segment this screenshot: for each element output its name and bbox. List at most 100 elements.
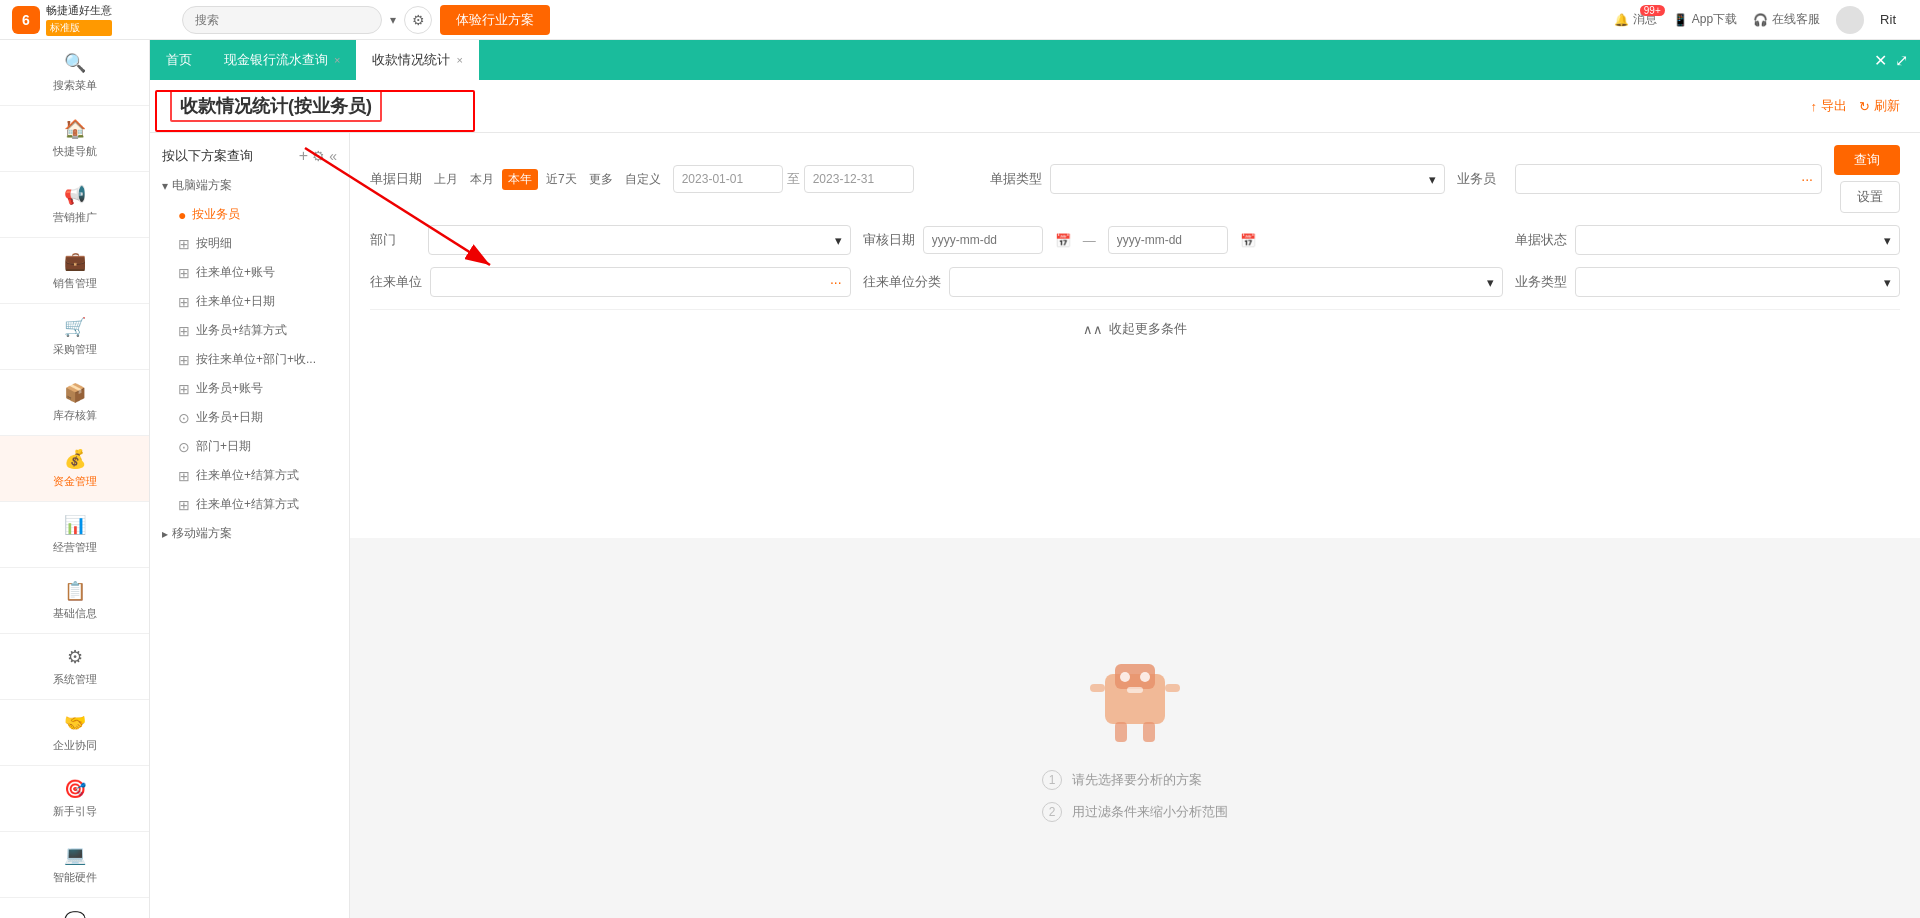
doc-status-select[interactable]: ▾ <box>1575 225 1900 255</box>
settings-icon[interactable]: ⚙ <box>404 6 432 34</box>
sidebar-item-quick-nav[interactable]: 🏠 快捷导航 <box>0 106 149 172</box>
scheme-add-icon[interactable]: + <box>299 147 308 165</box>
sidebar-item-smart-hardware[interactable]: 💻 智能硬件 <box>0 832 149 898</box>
business-type-select[interactable]: ▾ <box>1575 267 1900 297</box>
date-btn-more[interactable]: 更多 <box>585 169 617 190</box>
tab-expand-icon[interactable]: ⤢ <box>1895 51 1908 70</box>
system-icon: ⚙ <box>67 646 83 668</box>
header-search-input[interactable] <box>182 6 382 34</box>
sidebar-item-purchase[interactable]: 🛒 采购管理 <box>0 304 149 370</box>
header-dropdown-icon[interactable]: ▾ <box>390 13 396 27</box>
scheme-item-unit-settle2[interactable]: ⊞ 往来单位+结算方式 <box>150 490 349 519</box>
sidebar-item-wechat[interactable]: 💬 企业微信 <box>0 898 149 918</box>
content-area: 首页 现金银行流水查询 × 收款情况统计 × ✕ ⤢ 收款情况统计(按业务员) … <box>150 40 1920 918</box>
scheme-item-by-detail[interactable]: ⊞ 按明细 <box>150 229 349 258</box>
tab-home-label: 首页 <box>166 51 192 69</box>
app-download-btn[interactable]: 📱 App下载 <box>1673 11 1737 28</box>
tab-close-all-icon[interactable]: ✕ <box>1874 51 1887 70</box>
sidebar-item-operations[interactable]: 📊 经营管理 <box>0 502 149 568</box>
date-btn-last-month[interactable]: 上月 <box>430 169 462 190</box>
online-service-btn[interactable]: 🎧 在线客服 <box>1753 11 1820 28</box>
collapse-more-btn[interactable]: ∧∧ 收起更多条件 <box>370 309 1900 348</box>
detail-scheme-icon: ⊞ <box>178 236 190 252</box>
megaphone-icon: 📢 <box>64 184 86 206</box>
tab-right-buttons: ✕ ⤢ <box>1874 51 1920 70</box>
query-button[interactable]: 查询 <box>1834 145 1900 175</box>
svg-rect-4 <box>1127 687 1143 693</box>
doc-type-select[interactable]: ▾ <box>1050 164 1446 194</box>
date-btn-custom[interactable]: 自定义 <box>621 169 665 190</box>
review-date-dash: — <box>1083 233 1096 248</box>
export-btn[interactable]: ↑ 导出 <box>1811 97 1848 115</box>
sidebar-item-guide[interactable]: 🎯 新手引导 <box>0 766 149 832</box>
sidebar-label-basic-info: 基础信息 <box>53 606 97 621</box>
right-panel: 单据日期 上月 本月 本年 近7天 更多 自定义 至 <box>350 133 1920 918</box>
scheme-item-unit-settle1[interactable]: ⊞ 往来单位+结算方式 <box>150 461 349 490</box>
date-btn-7days[interactable]: 近7天 <box>542 169 581 190</box>
doc-status-label: 单据状态 <box>1515 231 1567 249</box>
tab-bank-flow[interactable]: 现金银行流水查询 × <box>208 40 356 80</box>
salesperson-select[interactable]: ··· <box>1515 164 1822 194</box>
scheme-item-salesperson-settle[interactable]: ⊞ 业务员+结算方式 <box>150 316 349 345</box>
scheme-item-unit-date[interactable]: ⊞ 往来单位+日期 <box>150 287 349 316</box>
scheme-item-unit-account[interactable]: ⊞ 往来单位+账号 <box>150 258 349 287</box>
scheme-panel-icons: + ⚙ « <box>299 147 337 165</box>
scheme-item-salesperson-account[interactable]: ⊞ 业务员+账号 <box>150 374 349 403</box>
scheme-settings-icon[interactable]: ⚙ <box>312 148 325 164</box>
scheme-group-header-mobile[interactable]: ▸ 移动端方案 <box>150 519 349 548</box>
sidebar-item-basic-info[interactable]: 📋 基础信息 <box>0 568 149 634</box>
date-btn-this-year[interactable]: 本年 <box>502 169 538 190</box>
filter-field-doc-status: 单据状态 ▾ <box>1515 225 1900 255</box>
review-date-label: 审核日期 <box>863 231 915 249</box>
scheme-item-dept-date[interactable]: ⊙ 部门+日期 <box>150 432 349 461</box>
date-to-input[interactable] <box>804 165 914 193</box>
partner-more-icon[interactable]: ··· <box>830 274 842 290</box>
messages-btn[interactable]: 🔔 消息 99+ <box>1614 11 1657 28</box>
scheme-item-salesperson-date[interactable]: ⊙ 业务员+日期 <box>150 403 349 432</box>
date-btn-this-month[interactable]: 本月 <box>466 169 498 190</box>
bell-icon: 🔔 <box>1614 13 1629 27</box>
review-date-from-input[interactable] <box>923 226 1043 254</box>
partner-category-select[interactable]: ▾ <box>949 267 1504 297</box>
user-avatar[interactable] <box>1836 6 1864 34</box>
sidebar-item-sales[interactable]: 💼 销售管理 <box>0 238 149 304</box>
filter-row-3: 往来单位 ··· 往来单位分类 ▾ <box>370 267 1900 297</box>
dept-select[interactable]: ▾ <box>428 225 851 255</box>
collapse-more-label: 收起更多条件 <box>1109 320 1187 338</box>
tab-receipt-stats-close[interactable]: × <box>456 54 462 66</box>
partner-select[interactable]: ··· <box>430 267 851 297</box>
page-title: 收款情况统计(按业务员) <box>170 90 382 122</box>
date-from-input[interactable] <box>673 165 783 193</box>
sidebar-item-enterprise[interactable]: 🤝 企业协同 <box>0 700 149 766</box>
tab-receipt-stats[interactable]: 收款情况统计 × <box>356 40 478 80</box>
sidebar-item-finance[interactable]: 💰 资金管理 <box>0 436 149 502</box>
partner-label: 往来单位 <box>370 273 422 291</box>
scheme-item-unit-dept-collect[interactable]: ⊞ 按往来单位+部门+收... <box>150 345 349 374</box>
money-icon: 💰 <box>64 448 86 470</box>
refresh-btn[interactable]: ↻ 刷新 <box>1859 97 1900 115</box>
sidebar-label-hardware: 智能硬件 <box>53 870 97 885</box>
review-date-calendar-from[interactable]: 📅 <box>1055 233 1071 248</box>
sidebar-item-marketing[interactable]: 📢 营销推广 <box>0 172 149 238</box>
settings-button[interactable]: 设置 <box>1840 181 1900 213</box>
scheme-group-header-desktop[interactable]: ▾ 电脑端方案 <box>150 171 349 200</box>
trial-btn[interactable]: 体验行业方案 <box>440 5 550 35</box>
tab-home[interactable]: 首页 <box>150 40 208 80</box>
guide-icon: 🎯 <box>64 778 86 800</box>
salesperson-settle-scheme-icon: ⊞ <box>178 323 190 339</box>
search-icon: 🔍 <box>64 52 86 74</box>
sidebar-item-search-menu[interactable]: 🔍 搜索菜单 <box>0 40 149 106</box>
tab-bar: 首页 现金银行流水查询 × 收款情况统计 × ✕ ⤢ <box>150 40 1920 80</box>
salesperson-more-icon[interactable]: ··· <box>1801 171 1813 187</box>
review-date-to-input[interactable] <box>1108 226 1228 254</box>
mobile-group-label: 移动端方案 <box>172 525 232 542</box>
sidebar-item-system[interactable]: ⚙ 系统管理 <box>0 634 149 700</box>
scheme-collapse-icon[interactable]: « <box>329 148 337 164</box>
tab-bank-flow-close[interactable]: × <box>334 54 340 66</box>
sidebar-item-inventory[interactable]: 📦 库存核算 <box>0 370 149 436</box>
doc-type-label: 单据类型 <box>990 170 1042 188</box>
desktop-group-label: 电脑端方案 <box>172 177 232 194</box>
review-date-calendar-to[interactable]: 📅 <box>1240 233 1256 248</box>
scheme-item-by-salesperson[interactable]: ● 按业务员 <box>150 200 349 229</box>
user-name[interactable]: Rit <box>1880 12 1896 27</box>
